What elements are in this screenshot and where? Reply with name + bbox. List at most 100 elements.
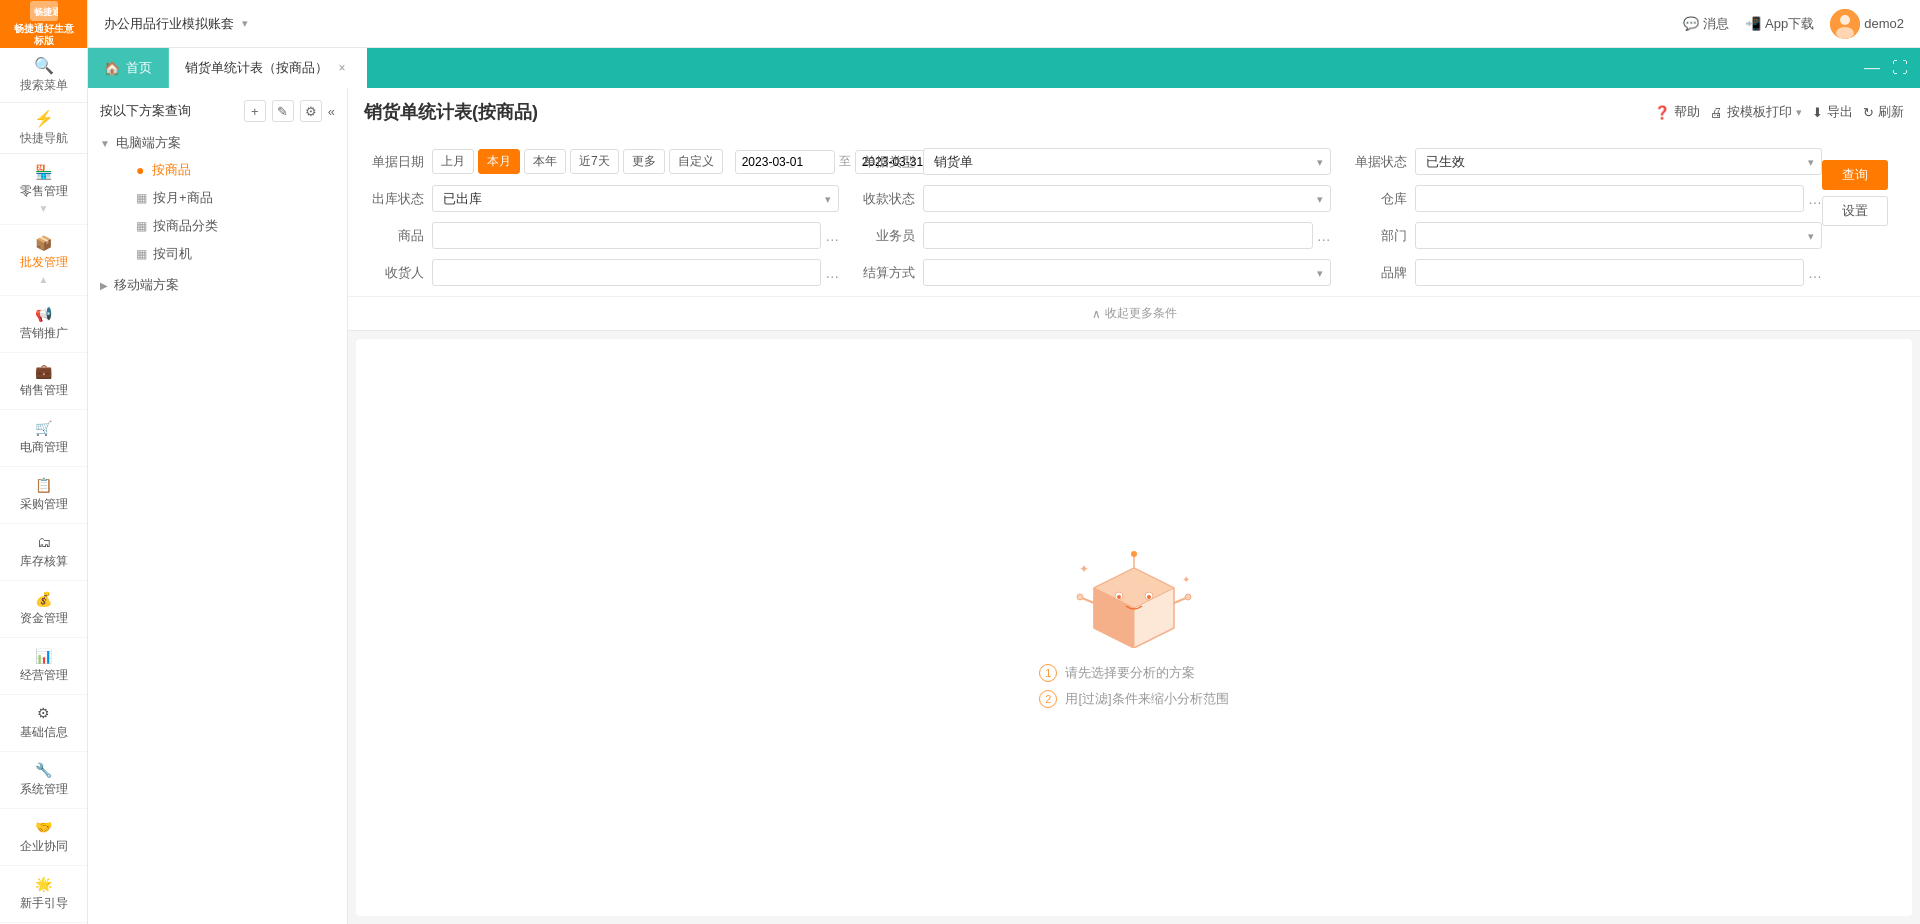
sidebar-item-ecommerce[interactable]: 🛒 电商管理 [0,410,87,467]
sidebar-item-newbie[interactable]: 🌟 新手引导 [0,866,87,923]
tab-active[interactable]: 销货单统计表（按商品） × [169,48,367,88]
sidebar-item-system[interactable]: 🔧 系统管理 [0,752,87,809]
filter-item-by-month-goods[interactable]: ▦ 按月+商品 [108,184,339,212]
empty-step-1-text: 请先选择要分析的方案 [1065,664,1195,682]
ecommerce-icon: 🛒 [34,420,54,436]
payment-select[interactable] [923,185,1330,212]
date-btn-this-month[interactable]: 本月 [478,149,520,174]
scheme-icon-3: ▦ [136,247,147,261]
filter-staff: 业务员 … [855,222,1330,249]
storage-input-wrapper: … [1415,185,1822,212]
filter-item-by-goods-label: 按商品 [152,161,191,179]
staff-input[interactable] [923,222,1312,249]
sidebar-item-inventory[interactable]: 🗂 库存核算 [0,524,87,581]
add-scheme-btn[interactable]: + [244,100,266,122]
date-btn-this-year[interactable]: 本年 [524,149,566,174]
svg-point-15 [1077,594,1083,600]
sidebar-item-marketing[interactable]: 📢 营销推广 [0,296,87,353]
receiver-input[interactable] [432,259,821,286]
page-title: 销货单统计表(按商品) [364,100,538,124]
sidebar-item-enterprise[interactable]: 🤝 企业协同 [0,809,87,866]
scheme-icon-2: ▦ [136,219,147,233]
help-btn[interactable]: ❓ 帮助 [1654,103,1700,121]
print-btn[interactable]: 🖨 按模板打印 ▾ [1710,103,1802,121]
tab-minimize-btn[interactable]: — [1860,55,1884,81]
dept-select[interactable] [1415,222,1822,249]
filter-item-by-driver[interactable]: ▦ 按司机 [108,240,339,268]
tab-bar: 🏠 首页 销货单统计表（按商品） × — ⛶ [88,48,1920,88]
tab-home-label: 首页 [126,59,152,77]
dept-select-wrapper: ▾ [1415,222,1822,249]
user-profile[interactable]: demo2 [1830,9,1904,39]
goods-more-btn[interactable]: … [825,228,839,244]
messages-btn[interactable]: 💬 消息 [1683,15,1729,33]
status-select[interactable]: 已生效 [1415,148,1822,175]
filter-group-mobile-header[interactable]: ▶ 移动端方案 [96,272,339,298]
sidebar-item-purchase[interactable]: 📋 采购管理 [0,467,87,524]
print-dropdown-icon[interactable]: ▾ [1796,106,1802,119]
date-btn-more[interactable]: 更多 [623,149,665,174]
export-btn[interactable]: ⬇ 导出 [1812,103,1853,121]
tab-maximize-btn[interactable]: ⛶ [1888,55,1912,81]
date-btn-custom[interactable]: 自定义 [669,149,723,174]
goods-input[interactable] [432,222,821,249]
date-btn-7days[interactable]: 近7天 [570,149,619,174]
app-download-btn[interactable]: 📲 App下载 [1745,15,1814,33]
filter-receiver: 收货人 … [364,259,839,286]
filter-item-by-category-label: 按商品分类 [153,217,218,235]
date-btn-last-month[interactable]: 上月 [432,149,474,174]
collapse-panel-btn[interactable]: « [328,104,335,119]
empty-state-icon: ✦ ✦ [1074,548,1194,648]
settlement-select[interactable] [923,259,1330,286]
page-content: 按以下方案查询 + ✎ ⚙ « [88,88,1920,924]
filter-panel-header: 按以下方案查询 + ✎ ⚙ « [88,100,347,130]
settings-btn[interactable]: 设置 [1822,196,1888,226]
sidebar-item-retail[interactable]: 🏪 零售管理 ▼ [0,154,87,225]
query-btn[interactable]: 查询 [1822,160,1888,190]
filter-item-by-goods[interactable]: ● 按商品 [108,156,339,184]
filter-item-by-category[interactable]: ▦ 按商品分类 [108,212,339,240]
tab-home[interactable]: 🏠 首页 [88,48,169,88]
active-scheme-icon: ● [136,162,144,178]
storage-input[interactable] [1415,185,1804,212]
settings-scheme-btn[interactable]: ⚙ [300,100,322,122]
storage-more-btn[interactable]: … [1808,191,1822,207]
sidebar-item-finance[interactable]: 💰 资金管理 [0,581,87,638]
svg-point-13 [1131,551,1137,557]
collapse-more-conditions[interactable]: ∧ 收起更多条件 [348,296,1920,330]
filter-row-4: 收货人 … 结算方式 [364,259,1822,286]
sidebar-item-sales-label: 销售管理 [20,382,68,399]
brand-more-btn[interactable]: … [1808,265,1822,281]
main-area: 办公用品行业模拟账套 ▾ 💬 消息 📲 App下载 de [88,0,1920,924]
svg-point-11 [1147,595,1151,599]
sidebar-item-wholesale[interactable]: 📦 批发管理 ▲ [0,225,87,296]
inventory-icon: 🗂 [34,534,54,550]
tab-close-btn[interactable]: × [334,60,350,76]
brand-input[interactable] [1415,259,1804,286]
group-arrow-icon: ▼ [100,138,110,149]
date-from-input[interactable] [735,150,835,174]
receiver-more-btn[interactable]: … [825,265,839,281]
goods-input-wrapper: … [432,222,839,249]
type-select[interactable]: 销货单 [923,148,1330,175]
svg-text:畅捷通: 畅捷通 [34,7,58,17]
header-dropdown-icon[interactable]: ▾ [242,17,248,30]
warehouse-status-select[interactable]: 已出库 [432,185,839,212]
filter-item-by-driver-label: 按司机 [153,245,192,263]
sales-icon: 💼 [34,363,54,379]
avatar [1830,9,1860,39]
brand-input-wrapper: … [1415,259,1822,286]
quick-nav[interactable]: ⚡ 快捷导航 [0,103,87,154]
refresh-btn[interactable]: ↻ 刷新 [1863,103,1904,121]
svg-line-16 [1174,598,1186,603]
sidebar-item-inventory-label: 库存核算 [20,553,68,570]
staff-more-btn[interactable]: … [1317,228,1331,244]
staff-input-wrapper: … [923,222,1330,249]
edit-scheme-btn[interactable]: ✎ [272,100,294,122]
search-menu[interactable]: 🔍 搜索菜单 [0,48,87,103]
filter-row-3: 商品 … 业务员 … [364,222,1822,249]
sidebar-item-basic[interactable]: ⚙ 基础信息 [0,695,87,752]
sidebar-item-management[interactable]: 📊 经营管理 [0,638,87,695]
sidebar-item-sales[interactable]: 💼 销售管理 [0,353,87,410]
filter-group-desktop-header[interactable]: ▼ 电脑端方案 [96,130,339,156]
